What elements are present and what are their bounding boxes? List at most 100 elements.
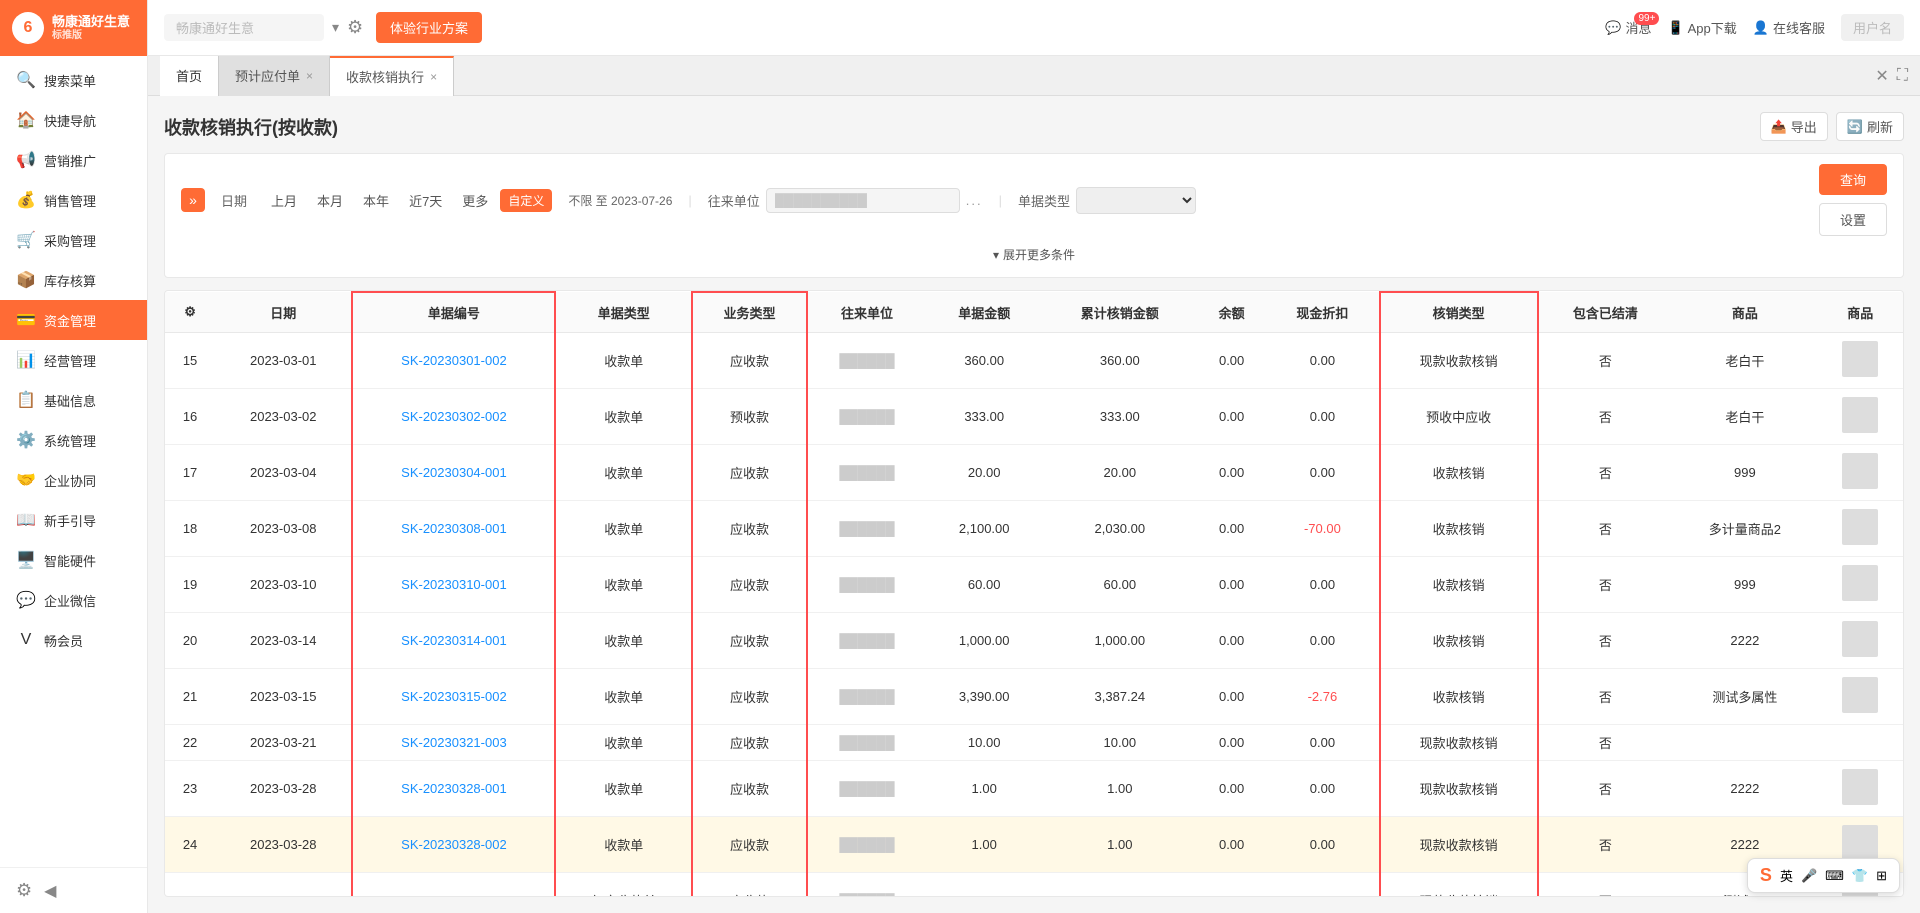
ime-grid-icon[interactable]: ⊞ [1876,868,1887,884]
col-biz-type[interactable]: 业务类型 [692,292,807,333]
filter-voucher-type-select[interactable] [1076,187,1196,214]
col-counterparty[interactable]: 往来单位 [807,292,926,333]
logo-main-text: 畅康通好生意 [52,14,130,30]
col-voucher-type[interactable]: 单据类型 [555,292,691,333]
collapse-icon[interactable]: ◀ [44,881,56,901]
voucher-link[interactable]: SK-20230310-001 [401,577,507,592]
cell-goods2 [1817,445,1903,501]
sidebar-item-search[interactable]: 🔍搜索菜单 [0,60,147,100]
sidebar-logo-text: 畅康通好生意 标推版 [52,14,130,42]
cell-biz-type: 应收款 [692,725,807,761]
voucher-link[interactable]: SK-20230302-002 [401,409,507,424]
table-row: 25 2023-03-31 SK-20230331-002 红字收款单 应收款 … [165,873,1903,898]
app-download-btn[interactable]: 📱 App下载 [1667,18,1736,37]
expand-icon: ▾ [993,248,999,262]
cell-goods: 999 [1672,445,1817,501]
filter-7days[interactable]: 近7天 [401,189,450,212]
ime-keyboard-icon[interactable]: ⌨ [1825,868,1844,884]
cell-date: 2023-03-28 [215,761,352,817]
tab-prepay-close[interactable]: × [306,69,313,83]
user-info[interactable]: 用户名 [1841,14,1904,41]
voucher-link[interactable]: SK-20230315-002 [401,689,507,704]
col-cumulative[interactable]: 累计核销金额 [1043,292,1198,333]
fullscreen-icon[interactable]: ⛶ [1897,67,1908,85]
tab-collection[interactable]: 收款核销执行 × [330,56,454,96]
sidebar-item-basic[interactable]: 📋基础信息 [0,380,147,420]
settings-button[interactable]: 设置 [1819,203,1887,236]
col-cash-discount[interactable]: 现金折扣 [1266,292,1379,333]
cell-goods: 2222 [1672,613,1817,669]
voucher-link[interactable]: SK-20230331-002 [401,893,507,897]
sidebar-item-sales[interactable]: 💰销售管理 [0,180,147,220]
sidebar-item-wechat[interactable]: 💬企业微信 [0,580,147,620]
service-btn[interactable]: 👤 在线客服 [1753,18,1825,37]
tab-collection-label: 收款核销执行 [346,67,424,86]
sidebar-item-operations[interactable]: 📊经营管理 [0,340,147,380]
col-amount[interactable]: 单据金额 [926,292,1043,333]
messages-btn[interactable]: 💬 消息 99+ [1605,18,1651,37]
voucher-link[interactable]: SK-20230301-002 [401,353,507,368]
sidebar-item-enterprise[interactable]: 🤝企业协同 [0,460,147,500]
col-goods2[interactable]: 商品 [1817,292,1903,333]
topbar-gear-icon[interactable]: ⚙ [347,17,363,38]
sidebar-item-system[interactable]: ⚙️系统管理 [0,420,147,460]
settings-icon[interactable]: ⚙ [16,880,32,901]
table-row: 20 2023-03-14 SK-20230314-001 收款单 应收款 ██… [165,613,1903,669]
col-voucher-no[interactable]: 单据编号 [352,292,555,333]
cell-goods: 老白干 [1672,333,1817,389]
col-balance[interactable]: 余额 [1197,292,1266,333]
col-gear[interactable]: ⚙ [165,292,215,333]
close-window-icon[interactable]: ✕ [1875,66,1888,86]
filter-toggle-btn[interactable]: » [181,188,205,212]
col-include-settled[interactable]: 包含已结清 [1538,292,1673,333]
sidebar-item-funds[interactable]: 💳资金管理 [0,300,147,340]
cell-goods: 2222 [1672,761,1817,817]
filter-more[interactable]: 更多 [454,189,496,212]
cell-include-settled: 否 [1538,613,1673,669]
sidebar-item-member[interactable]: V畅会员 [0,620,147,660]
message-icon: 💬 [1605,20,1621,36]
tab-prepay[interactable]: 预计应付单 × [219,56,330,96]
sidebar-item-purchase[interactable]: 🛒采购管理 [0,220,147,260]
voucher-link[interactable]: SK-20230328-001 [401,781,507,796]
col-date[interactable]: 日期 [215,292,352,333]
col-goods[interactable]: 商品 [1672,292,1817,333]
filter-this-year[interactable]: 本年 [355,189,397,212]
voucher-link[interactable]: SK-20230314-001 [401,633,507,648]
topbar-dropdown-arrow[interactable]: ▾ [332,19,339,36]
data-table-container: ⚙ 日期 单据编号 单据类型 业务类型 往来单位 单据金额 累计核销金额 余额 … [164,290,1904,897]
wechat-icon: 💬 [16,590,36,610]
export-button[interactable]: 📤 导出 [1760,112,1828,141]
tab-collection-close[interactable]: × [430,70,437,84]
cell-no: 25 [165,873,215,898]
filter-custom-btn[interactable]: 自定义 [500,189,552,212]
cell-cumulative: 2,030.00 [1043,501,1198,557]
filter-counterparty-input[interactable] [766,188,960,213]
ime-mic-icon[interactable]: 🎤 [1801,868,1817,884]
ime-shirt-icon[interactable]: 👕 [1852,868,1868,884]
sidebar-item-hardware[interactable]: 🖥️智能硬件 [0,540,147,580]
cell-cash-discount: 0.00 [1266,725,1379,761]
voucher-link[interactable]: SK-20230321-003 [401,735,507,750]
cell-cumulative: 3,387.24 [1043,669,1198,725]
cell-counterparty: ██████ [807,389,926,445]
filter-date-label: 日期 [221,191,247,210]
sidebar-item-guide[interactable]: 📖新手引导 [0,500,147,540]
col-writeoff-type[interactable]: 核销类型 [1380,292,1538,333]
sidebar-item-inventory[interactable]: 📦库存核算 [0,260,147,300]
tab-home[interactable]: 首页 [160,56,219,96]
voucher-link[interactable]: SK-20230328-002 [401,837,507,852]
expand-more-btn[interactable]: ▾ 展开更多条件 [989,242,1079,267]
guide-icon: 📖 [16,510,36,530]
sidebar: 6 畅康通好生意 标推版 🔍搜索菜单🏠快捷导航📢营销推广💰销售管理🛒采购管理📦库… [0,0,148,913]
refresh-button[interactable]: 🔄 刷新 [1836,112,1904,141]
voucher-link[interactable]: SK-20230308-001 [401,521,507,536]
sidebar-item-quicknav[interactable]: 🏠快捷导航 [0,100,147,140]
solution-button[interactable]: 体验行业方案 [376,12,482,43]
filter-last-month[interactable]: 上月 [263,189,305,212]
sidebar-item-marketing[interactable]: 📢营销推广 [0,140,147,180]
filter-this-month[interactable]: 本月 [309,189,351,212]
cell-goods2 [1817,761,1903,817]
voucher-link[interactable]: SK-20230304-001 [401,465,507,480]
query-button[interactable]: 查询 [1819,164,1887,195]
